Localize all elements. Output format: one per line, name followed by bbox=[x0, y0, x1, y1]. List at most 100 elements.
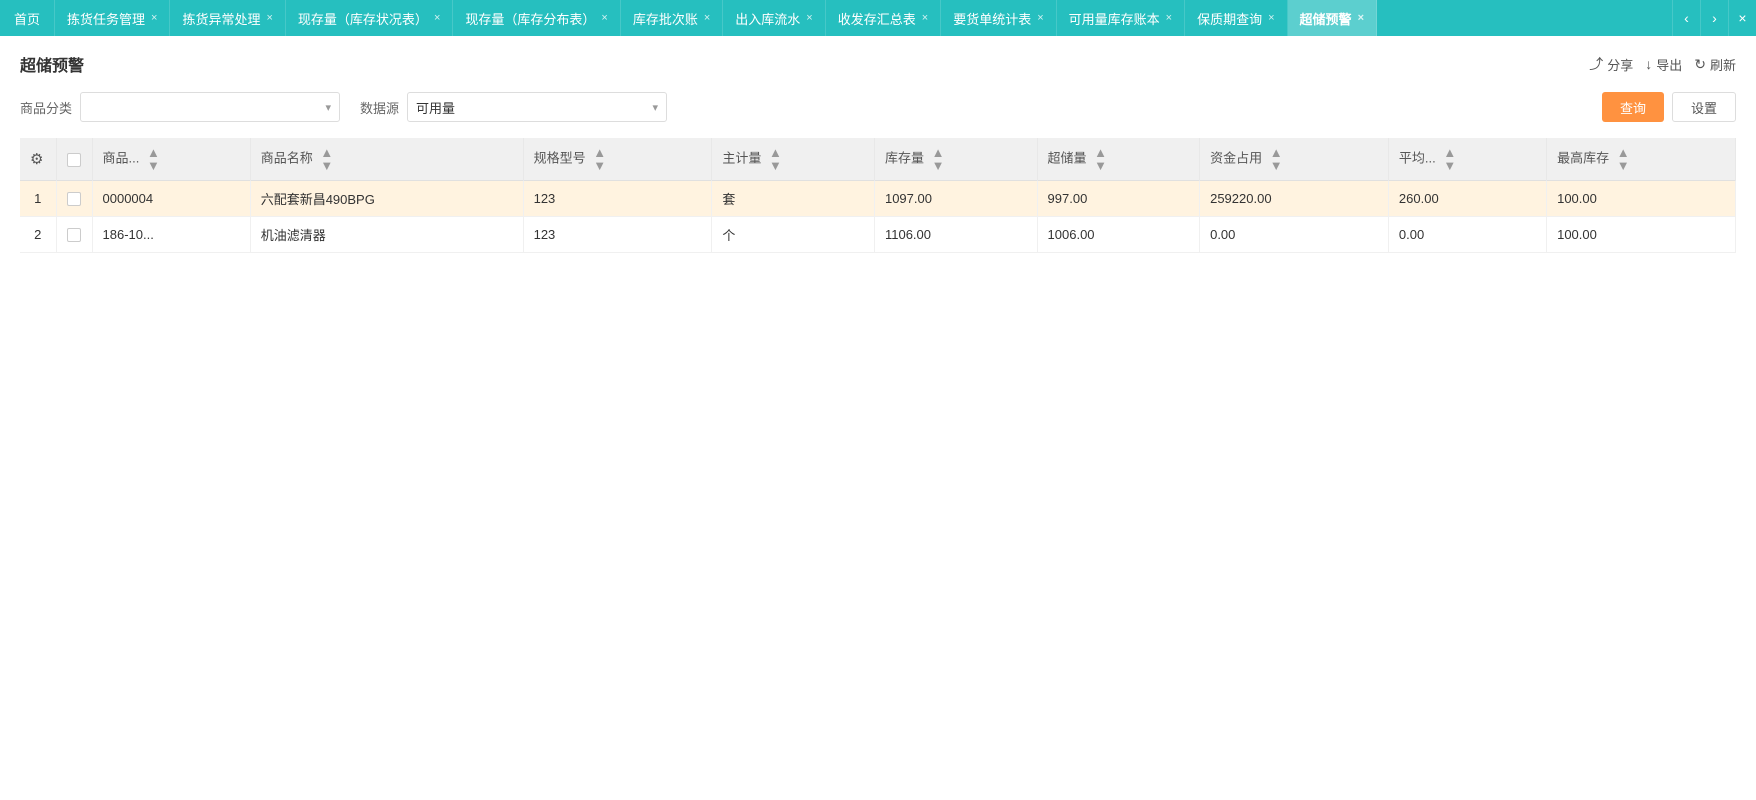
cell-capital: 0.00 bbox=[1200, 217, 1389, 253]
table-header: ⚙ 商品... ▲▼ 商品名称 ▲▼ 规格型号 ▲▼ 主计 bbox=[20, 138, 1736, 181]
nav-tab-close[interactable]: × bbox=[434, 12, 440, 24]
sort-arrows-overstock[interactable]: ▲▼ bbox=[1094, 146, 1107, 172]
settings-button[interactable]: 设置 bbox=[1672, 92, 1736, 122]
nav-tab-close[interactable]: × bbox=[1268, 12, 1274, 24]
cell-stock: 1097.00 bbox=[874, 181, 1037, 217]
col-header-stock[interactable]: 库存量 ▲▼ bbox=[874, 138, 1037, 181]
sort-arrows-product-code[interactable]: ▲▼ bbox=[147, 146, 160, 172]
share-icon: ⤴ bbox=[1589, 54, 1603, 74]
nav-tab-tab-1[interactable]: 拣货任务管理 × bbox=[55, 0, 170, 36]
cell-spec: 123 bbox=[523, 181, 712, 217]
sort-arrows-stock[interactable]: ▲▼ bbox=[932, 146, 945, 172]
col-header-product-name[interactable]: 商品名称 ▲▼ bbox=[250, 138, 523, 181]
nav-tab-close[interactable]: × bbox=[806, 12, 812, 24]
nav-tab-close[interactable]: × bbox=[1037, 12, 1043, 24]
nav-tab-tab-9[interactable]: 可用量库存账本 × bbox=[1057, 0, 1185, 36]
cell-avg: 0.00 bbox=[1388, 217, 1546, 253]
row-checkbox[interactable] bbox=[67, 228, 81, 242]
row-num: 2 bbox=[20, 217, 56, 253]
cell-product-code: 186-10... bbox=[92, 217, 250, 253]
nav-tab-close[interactable]: × bbox=[601, 12, 607, 24]
sort-arrows-capital[interactable]: ▲▼ bbox=[1270, 146, 1283, 172]
nav-tab-label: 库存批次账 bbox=[633, 9, 698, 28]
row-checkbox-cell[interactable] bbox=[56, 217, 92, 253]
nav-tab-tab-10[interactable]: 保质期查询 × bbox=[1185, 0, 1287, 36]
nav-tab-tab-2[interactable]: 拣货异常处理× bbox=[170, 0, 285, 36]
sort-arrows-max-stock[interactable]: ▲▼ bbox=[1617, 146, 1630, 172]
nav-tab-close[interactable]: × bbox=[266, 12, 272, 24]
page-header: 超储预警 ⤴ 分享 ↓ 导出 ↻ 刷新 bbox=[20, 52, 1736, 76]
nav-tab-tab-7[interactable]: 收发存汇总表× bbox=[826, 0, 941, 36]
nav-tab-close[interactable]: × bbox=[151, 12, 157, 24]
col-header-unit[interactable]: 主计量 ▲▼ bbox=[712, 138, 875, 181]
nav-tab-tab-4[interactable]: 现存量（库存分布表）× bbox=[453, 0, 620, 36]
col-header-spec[interactable]: 规格型号 ▲▼ bbox=[523, 138, 712, 181]
refresh-button[interactable]: ↻ 刷新 bbox=[1694, 55, 1736, 74]
page-title: 超储预警 bbox=[20, 52, 84, 76]
col-header-checkbox[interactable] bbox=[56, 138, 92, 181]
cell-overstock: 1006.00 bbox=[1037, 217, 1200, 253]
table-row[interactable]: 1 0000004 六配套新昌490BPG 123 套 1097.00 997.… bbox=[20, 181, 1736, 217]
sort-arrows-spec[interactable]: ▲▼ bbox=[593, 146, 606, 172]
cell-max-stock: 100.00 bbox=[1547, 217, 1736, 253]
row-checkbox-cell[interactable] bbox=[56, 181, 92, 217]
filter-buttons: 查询 设置 bbox=[1602, 92, 1736, 122]
nav-tab-tab-8[interactable]: 要货单统计表× bbox=[941, 0, 1056, 36]
table-row[interactable]: 2 186-10... 机油滤清器 123 个 1106.00 1006.00 … bbox=[20, 217, 1736, 253]
cell-product-name: 机油滤清器 bbox=[250, 217, 523, 253]
nav-tab-tab-3[interactable]: 现存量（库存状况表） × bbox=[286, 0, 453, 36]
nav-tab-close[interactable]: × bbox=[1358, 12, 1364, 24]
col-label-max-stock: 最高库存 bbox=[1557, 150, 1609, 165]
select-all-checkbox[interactable] bbox=[67, 153, 81, 167]
product-category-select[interactable]: ▾ bbox=[80, 92, 340, 122]
datasource-select[interactable]: 可用量 ▾ bbox=[407, 92, 667, 122]
nav-tab-label: 可用量库存账本 bbox=[1069, 9, 1160, 28]
col-header-avg[interactable]: 平均... ▲▼ bbox=[1388, 138, 1546, 181]
nav-next-btn[interactable]: › bbox=[1700, 0, 1728, 36]
nav-tab-close[interactable]: × bbox=[922, 12, 928, 24]
nav-tabs: 拣货任务管理×拣货异常处理×现存量（库存状况表）×现存量（库存分布表）×库存批次… bbox=[55, 0, 1377, 36]
cell-overstock: 997.00 bbox=[1037, 181, 1200, 217]
nav-tab-close[interactable]: × bbox=[1166, 12, 1172, 24]
col-header-overstock[interactable]: 超储量 ▲▼ bbox=[1037, 138, 1200, 181]
cell-unit: 个 bbox=[712, 217, 875, 253]
nav-tab-label: 保质期查询 bbox=[1197, 9, 1262, 28]
col-header-settings[interactable]: ⚙ bbox=[20, 138, 56, 181]
cell-stock: 1106.00 bbox=[874, 217, 1037, 253]
sort-arrows-product-name[interactable]: ▲▼ bbox=[320, 146, 333, 172]
nav-tab-label: 现存量（库存状况表） bbox=[298, 9, 428, 28]
export-button[interactable]: ↓ 导出 bbox=[1645, 55, 1682, 74]
col-header-product-code[interactable]: 商品... ▲▼ bbox=[92, 138, 250, 181]
col-label-unit: 主计量 bbox=[722, 150, 761, 165]
share-label: 分享 bbox=[1607, 55, 1633, 74]
nav-home[interactable]: 首页 bbox=[0, 0, 55, 36]
share-button[interactable]: ⤴ 分享 bbox=[1589, 54, 1633, 74]
col-label-capital: 资金占用 bbox=[1210, 150, 1262, 165]
gear-icon[interactable]: ⚙ bbox=[30, 151, 43, 168]
export-icon: ↓ bbox=[1645, 56, 1652, 72]
sort-arrows-unit[interactable]: ▲▼ bbox=[769, 146, 782, 172]
nav-tab-tab-6[interactable]: 出入库流水× bbox=[723, 0, 825, 36]
sort-arrows-avg[interactable]: ▲▼ bbox=[1443, 146, 1456, 172]
nav-tab-tab-11[interactable]: 超储预警× bbox=[1288, 0, 1377, 36]
top-navigation: 首页 拣货任务管理×拣货异常处理×现存量（库存状况表）×现存量（库存分布表）×库… bbox=[0, 0, 1756, 36]
nav-tab-tab-5[interactable]: 库存批次账 × bbox=[621, 0, 723, 36]
nav-arrows: ‹ › × bbox=[1672, 0, 1756, 36]
query-button[interactable]: 查询 bbox=[1602, 92, 1664, 122]
nav-prev-btn[interactable]: ‹ bbox=[1672, 0, 1700, 36]
col-label-product-name: 商品名称 bbox=[261, 150, 313, 165]
row-checkbox[interactable] bbox=[67, 192, 81, 206]
cell-unit: 套 bbox=[712, 181, 875, 217]
col-label-stock: 库存量 bbox=[885, 150, 924, 165]
col-header-capital[interactable]: 资金占用 ▲▼ bbox=[1200, 138, 1389, 181]
col-label-product-code: 商品... bbox=[103, 150, 140, 165]
col-label-avg: 平均... bbox=[1399, 150, 1436, 165]
nav-tab-label: 拣货任务管理 bbox=[67, 9, 145, 28]
nav-tab-close[interactable]: × bbox=[704, 12, 710, 24]
nav-close-all-btn[interactable]: × bbox=[1728, 0, 1756, 36]
col-header-max-stock[interactable]: 最高库存 ▲▼ bbox=[1547, 138, 1736, 181]
datasource-label: 数据源 bbox=[360, 98, 399, 117]
col-label-overstock: 超储量 bbox=[1048, 150, 1087, 165]
product-category-filter: 商品分类 ▾ bbox=[20, 92, 340, 122]
product-category-label: 商品分类 bbox=[20, 98, 72, 117]
